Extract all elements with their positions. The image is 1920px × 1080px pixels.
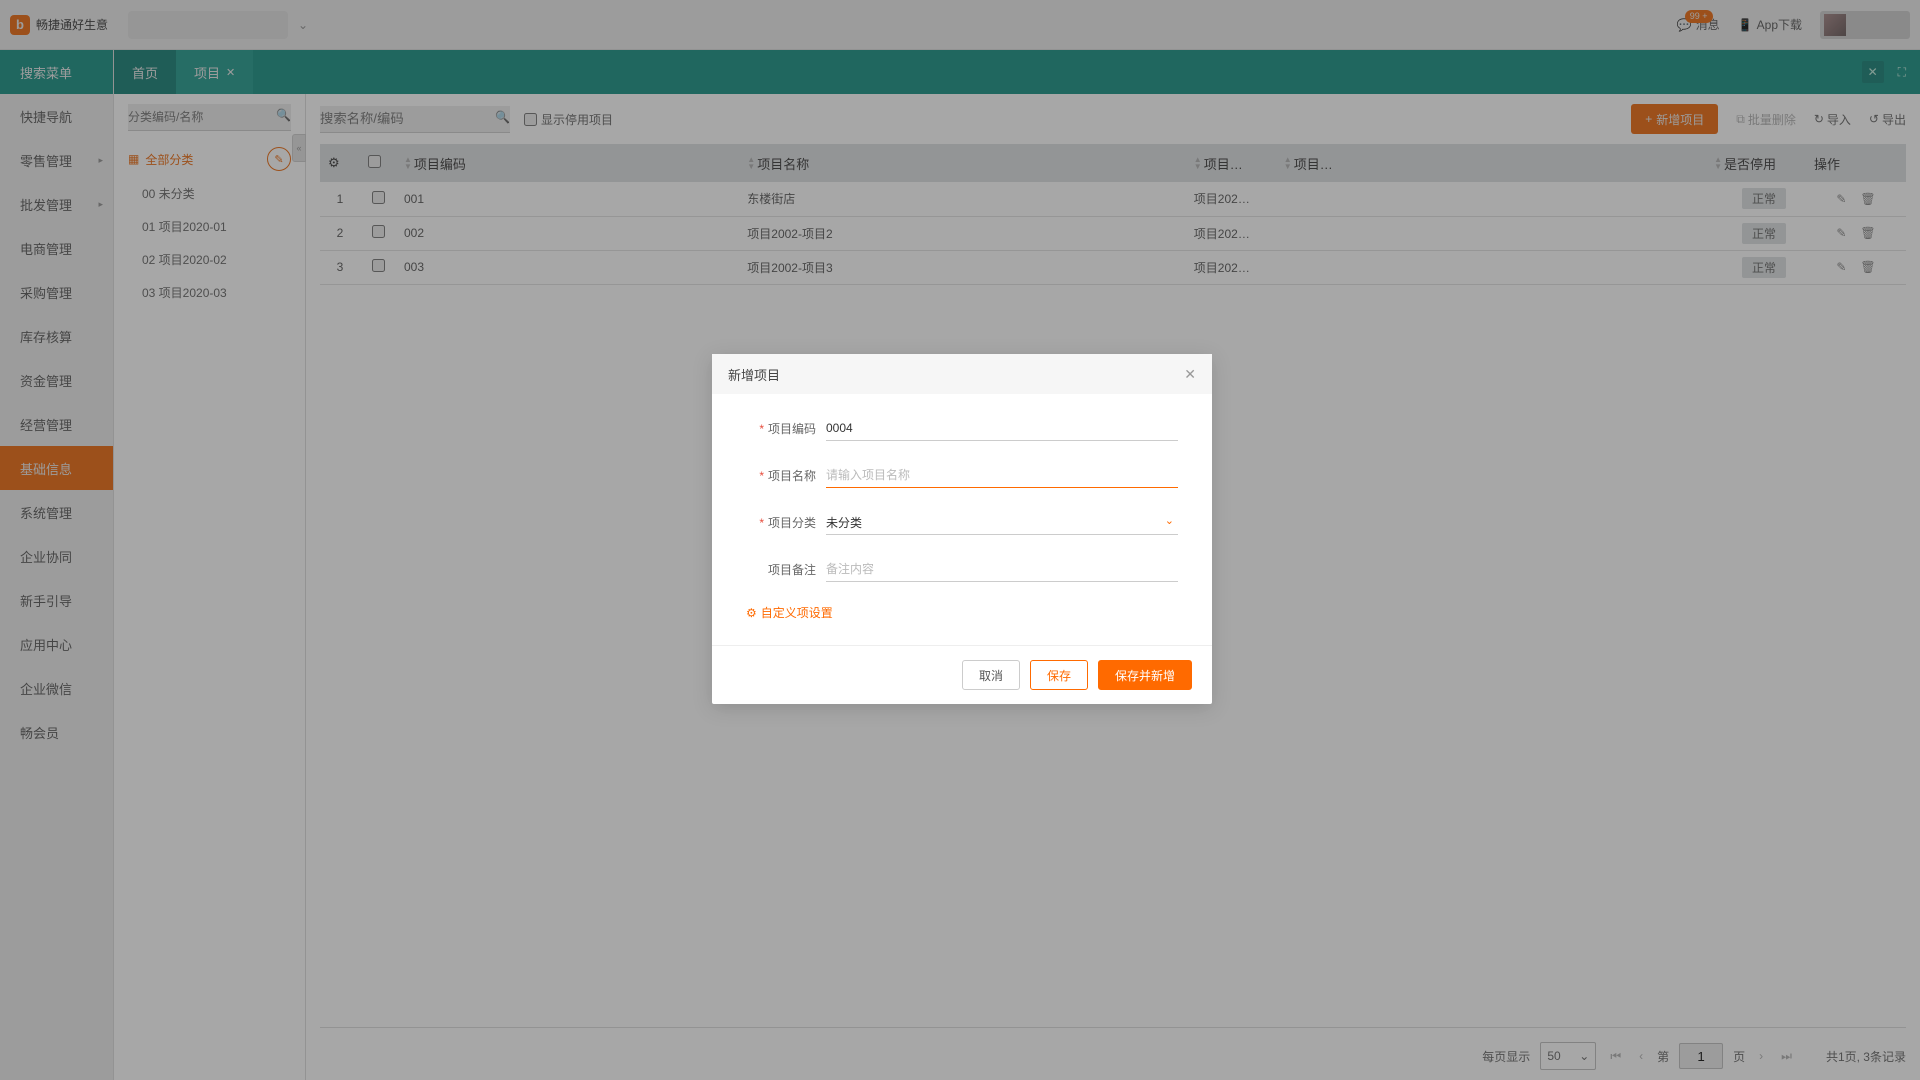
modal-title: 新增项目 [728,365,780,384]
remark-input[interactable] [826,557,1178,581]
cat-input[interactable] [826,510,1178,534]
cancel-button[interactable]: 取消 [962,660,1020,690]
save-button[interactable]: 保存 [1030,660,1088,690]
save-and-add-button[interactable]: 保存并新增 [1098,660,1192,690]
field-category: *项目分类 ⌄ [746,510,1178,535]
modal-close-icon[interactable]: ✕ [1184,366,1196,383]
custom-fields-link[interactable]: ⚙ 自定义项设置 [746,604,1178,621]
modal-header: 新增项目 ✕ [712,354,1212,394]
chevron-down-icon: ⌄ [1165,514,1174,527]
category-select[interactable]: ⌄ [826,510,1178,535]
field-name: *项目名称 [746,463,1178,488]
field-code: *项目编码 [746,416,1178,441]
code-label: 项目编码 [768,422,816,436]
code-input[interactable] [826,416,1178,440]
remark-label: 项目备注 [768,563,816,577]
gear-icon: ⚙ [746,606,757,620]
name-label: 项目名称 [768,469,816,483]
name-input[interactable] [826,463,1178,487]
add-project-modal: 新增项目 ✕ *项目编码 *项目名称 *项目分类 ⌄ 项目备注 ⚙ 自定义项设置… [712,354,1212,704]
modal-footer: 取消 保存 保存并新增 [712,645,1212,704]
cat-label: 项目分类 [768,516,816,530]
field-remark: 项目备注 [746,557,1178,582]
